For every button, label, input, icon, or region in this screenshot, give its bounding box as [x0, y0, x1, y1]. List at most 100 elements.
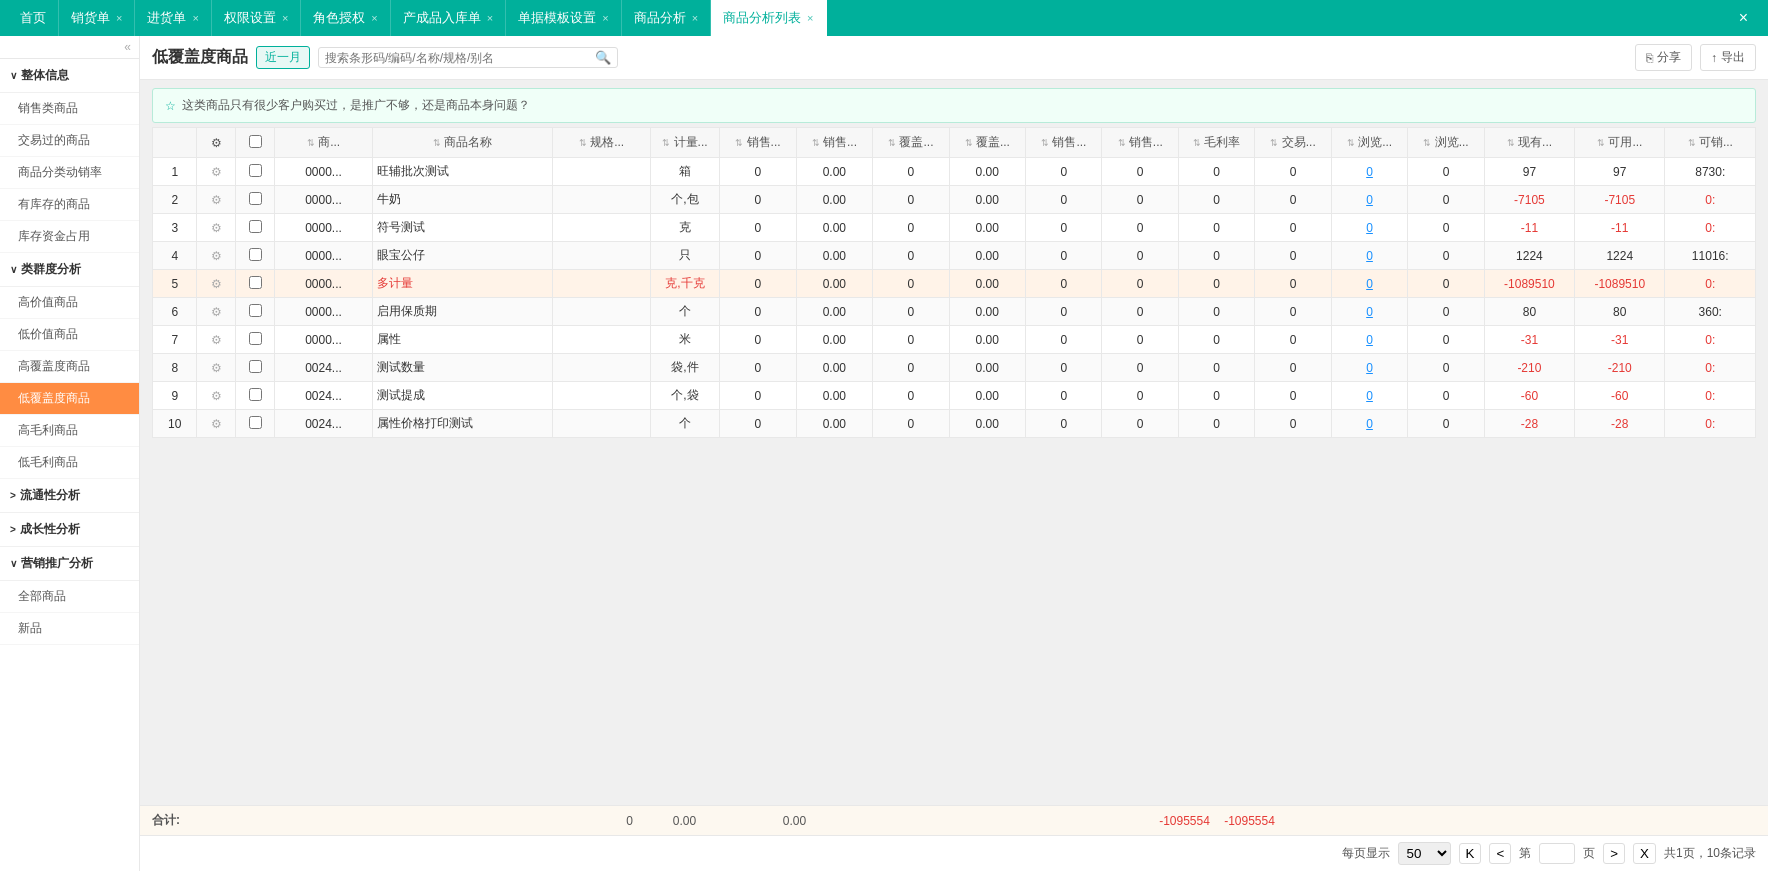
- nav-item-close-icon[interactable]: ×: [602, 12, 608, 24]
- share-button[interactable]: ⎘ 分享: [1635, 44, 1692, 71]
- sidebar-item-库存资金占用[interactable]: 库存资金占用: [0, 221, 139, 253]
- col-sort-icon: ⇅: [307, 138, 315, 148]
- nav-item-close-icon[interactable]: ×: [116, 12, 122, 24]
- sidebar-item-低价值商品[interactable]: 低价值商品: [0, 319, 139, 351]
- col-header-code[interactable]: ⇅ 商...: [275, 128, 372, 158]
- nav-item-权限设置[interactable]: 权限设置×: [212, 0, 301, 36]
- sidebar-item-高毛利商品[interactable]: 高毛利商品: [0, 415, 139, 447]
- row-gear-icon[interactable]: ⚙: [211, 221, 222, 235]
- row-gear-icon[interactable]: ⚙: [211, 249, 222, 263]
- time-filter-button[interactable]: 近一月: [256, 46, 310, 69]
- nav-item-商品分析[interactable]: 商品分析×: [622, 0, 711, 36]
- sidebar-item-低覆盖度商品[interactable]: 低覆盖度商品: [0, 383, 139, 415]
- row-checkbox[interactable]: [249, 416, 262, 429]
- nav-item-角色授权[interactable]: 角色授权×: [301, 0, 390, 36]
- row-browse1[interactable]: 0: [1331, 382, 1407, 410]
- sidebar-item-交易过的商品[interactable]: 交易过的商品: [0, 125, 139, 157]
- row-browse1[interactable]: 0: [1331, 354, 1407, 382]
- sidebar-section-类群度分析[interactable]: ∨类群度分析: [0, 253, 139, 287]
- row-browse1[interactable]: 0: [1331, 270, 1407, 298]
- row-checkbox[interactable]: [249, 388, 262, 401]
- row-checkbox[interactable]: [249, 192, 262, 205]
- col-header-cover1[interactable]: ⇅ 覆盖...: [873, 128, 949, 158]
- sidebar-section-整体信息[interactable]: ∨整体信息: [0, 59, 139, 93]
- window-close-button[interactable]: ×: [1727, 9, 1760, 27]
- sidebar-item-全部商品[interactable]: 全部商品: [0, 581, 139, 613]
- next-page-button[interactable]: >: [1603, 843, 1625, 864]
- col-header-browse2[interactable]: ⇅ 浏览...: [1408, 128, 1484, 158]
- select-all-checkbox[interactable]: [249, 135, 262, 148]
- nav-item-单据模板设置[interactable]: 单据模板设置×: [506, 0, 621, 36]
- row-gear-icon[interactable]: ⚙: [211, 165, 222, 179]
- col-header-sales2[interactable]: ⇅ 销售...: [796, 128, 872, 158]
- col-header-current[interactable]: ⇅ 现有...: [1484, 128, 1574, 158]
- col-header-name[interactable]: ⇅ 商品名称: [372, 128, 553, 158]
- sidebar-section-营销推广分析[interactable]: ∨营销推广分析: [0, 547, 139, 581]
- nav-item-进货单[interactable]: 进货单×: [135, 0, 211, 36]
- col-header-available[interactable]: ⇅ 可用...: [1575, 128, 1665, 158]
- col-header-saleable[interactable]: ⇅ 可销...: [1665, 128, 1756, 158]
- sidebar-item-商品分类动销率[interactable]: 商品分类动销率: [0, 157, 139, 189]
- per-page-select[interactable]: 50 20 100: [1398, 842, 1451, 865]
- sidebar-item-低毛利商品[interactable]: 低毛利商品: [0, 447, 139, 479]
- gear-icon[interactable]: ⚙: [211, 136, 222, 150]
- search-input[interactable]: [325, 51, 595, 65]
- row-browse1[interactable]: 0: [1331, 326, 1407, 354]
- col-header-sales4[interactable]: ⇅ 销售...: [1102, 128, 1178, 158]
- col-header-sales3[interactable]: ⇅ 销售...: [1026, 128, 1102, 158]
- row-checkbox[interactable]: [249, 220, 262, 233]
- nav-item-close-icon[interactable]: ×: [487, 12, 493, 24]
- sidebar-item-有库存的商品[interactable]: 有库存的商品: [0, 189, 139, 221]
- page-number-input[interactable]: 1: [1539, 843, 1575, 864]
- nav-item-商品分析列表[interactable]: 商品分析列表×: [711, 0, 826, 36]
- row-checkbox[interactable]: [249, 304, 262, 317]
- row-browse1[interactable]: 0: [1331, 158, 1407, 186]
- sidebar-item-高覆盖度商品[interactable]: 高覆盖度商品: [0, 351, 139, 383]
- row-gear-icon[interactable]: ⚙: [211, 389, 222, 403]
- nav-item-close-icon[interactable]: ×: [692, 12, 698, 24]
- col-header-grossMargin[interactable]: ⇅ 毛利率: [1178, 128, 1254, 158]
- row-checkbox[interactable]: [249, 332, 262, 345]
- nav-item-产成品入库单[interactable]: 产成品入库单×: [391, 0, 506, 36]
- row-gear-icon[interactable]: ⚙: [211, 193, 222, 207]
- row-browse1[interactable]: 0: [1331, 214, 1407, 242]
- col-header-cover2[interactable]: ⇅ 覆盖...: [949, 128, 1025, 158]
- col-header-browse1[interactable]: ⇅ 浏览...: [1331, 128, 1407, 158]
- row-checkbox[interactable]: [249, 248, 262, 261]
- prev-page-button[interactable]: <: [1489, 843, 1511, 864]
- last-page-button[interactable]: X: [1633, 843, 1656, 864]
- row-gear-icon[interactable]: ⚙: [211, 417, 222, 431]
- sidebar-section-流通性分析[interactable]: >流通性分析: [0, 479, 139, 513]
- row-gear-icon[interactable]: ⚙: [211, 305, 222, 319]
- row-browse1[interactable]: 0: [1331, 298, 1407, 326]
- row-gear-icon[interactable]: ⚙: [211, 333, 222, 347]
- row-browse1[interactable]: 0: [1331, 186, 1407, 214]
- row-unit: 袋,件: [650, 354, 720, 382]
- row-gear-icon[interactable]: ⚙: [211, 277, 222, 291]
- table-container[interactable]: ⚙⇅ 商...⇅ 商品名称⇅ 规格...⇅ 计量...⇅ 销售...⇅ 销售..…: [140, 127, 1768, 805]
- nav-item-close-icon[interactable]: ×: [807, 12, 813, 24]
- row-browse1[interactable]: 0: [1331, 410, 1407, 438]
- col-header-spec[interactable]: ⇅ 规格...: [553, 128, 650, 158]
- nav-item-销货单[interactable]: 销货单×: [59, 0, 135, 36]
- col-header-trade[interactable]: ⇅ 交易...: [1255, 128, 1331, 158]
- row-gear-icon[interactable]: ⚙: [211, 361, 222, 375]
- col-header-unit[interactable]: ⇅ 计量...: [650, 128, 720, 158]
- row-browse1[interactable]: 0: [1331, 242, 1407, 270]
- sidebar-item-新品[interactable]: 新品: [0, 613, 139, 645]
- nav-item-close-icon[interactable]: ×: [371, 12, 377, 24]
- nav-item-close-icon[interactable]: ×: [282, 12, 288, 24]
- export-button[interactable]: ↑ 导出: [1700, 44, 1756, 71]
- sidebar-item-销售类商品[interactable]: 销售类商品: [0, 93, 139, 125]
- row-checkbox[interactable]: [249, 276, 262, 289]
- sidebar-section-成长性分析[interactable]: >成长性分析: [0, 513, 139, 547]
- row-checkbox[interactable]: [249, 360, 262, 373]
- sidebar-item-高价值商品[interactable]: 高价值商品: [0, 287, 139, 319]
- row-spec: [553, 354, 650, 382]
- nav-item-close-icon[interactable]: ×: [192, 12, 198, 24]
- col-header-sales1[interactable]: ⇅ 销售...: [720, 128, 796, 158]
- row-checkbox[interactable]: [249, 164, 262, 177]
- first-page-button[interactable]: K: [1459, 843, 1482, 864]
- sidebar-collapse-button[interactable]: «: [0, 36, 139, 59]
- nav-item-首页[interactable]: 首页: [8, 0, 59, 36]
